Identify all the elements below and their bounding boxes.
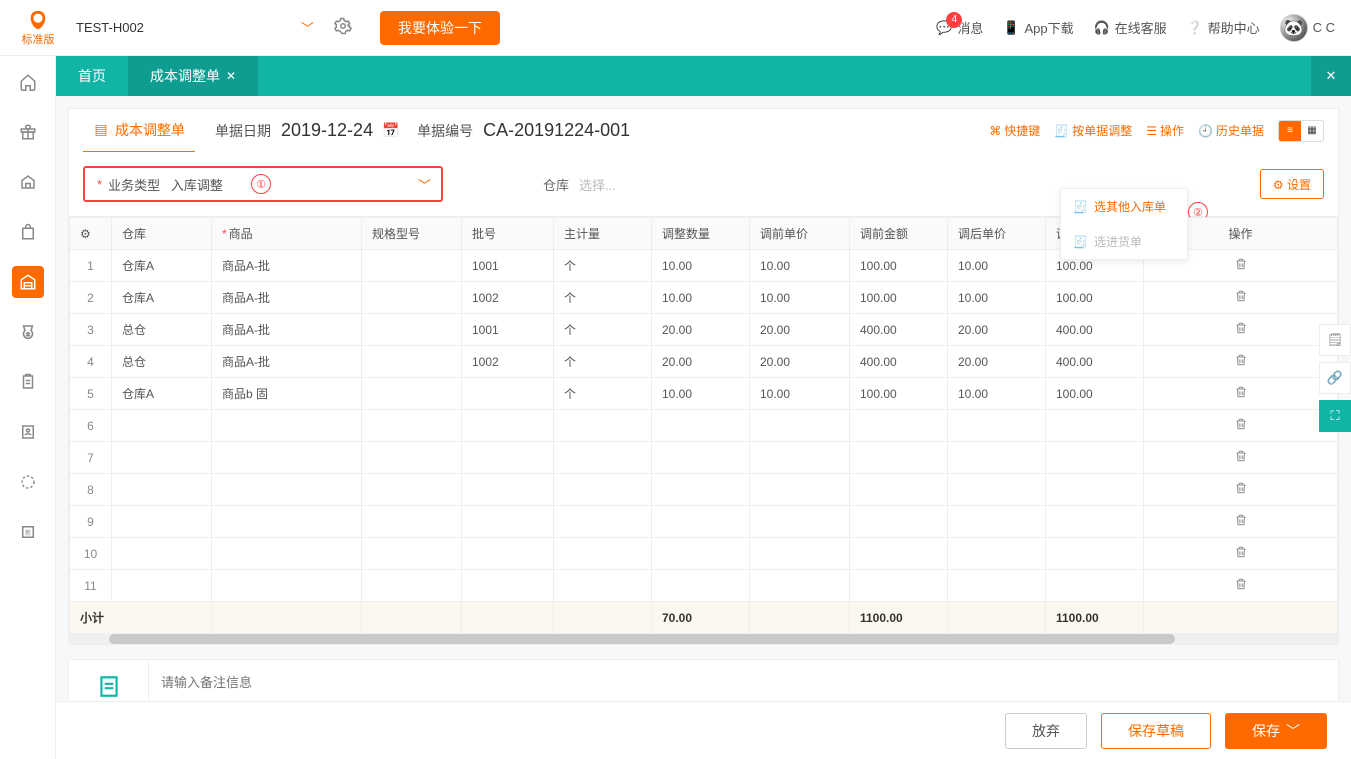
help-center-button[interactable]: ❔ 帮助中心: [1187, 18, 1260, 37]
draft-button[interactable]: 保存草稿: [1101, 713, 1211, 749]
org-selector[interactable]: TEST-H002 ﹀: [64, 11, 324, 45]
table-row[interactable]: 5仓库A商品b 固个10.0010.00100.0010.00100.00: [70, 378, 1338, 410]
delete-row-icon[interactable]: [1144, 282, 1338, 314]
nav-loading-icon[interactable]: [12, 466, 44, 498]
action-shortcut[interactable]: ⌘ 快捷键: [989, 122, 1040, 139]
nav-contact-icon[interactable]: [12, 416, 44, 448]
nav-house-icon[interactable]: [12, 166, 44, 198]
save-button[interactable]: 保存 ﹀: [1225, 713, 1327, 749]
table-row-empty[interactable]: 10: [70, 538, 1338, 570]
view-grid-icon[interactable]: ▦: [1301, 121, 1323, 141]
table-row-empty[interactable]: 7: [70, 442, 1338, 474]
help-icon: ❔: [1187, 20, 1203, 36]
annotation-1: ①: [251, 174, 271, 194]
delete-row-icon[interactable]: [1144, 442, 1338, 474]
adjustment-table: ⚙ 仓库 *商品 规格型号 批号 主计量 调整数量 调前单价 调前金额 调后单价…: [69, 217, 1338, 634]
delete-row-icon[interactable]: [1144, 378, 1338, 410]
phone-icon: 📱: [1003, 20, 1019, 36]
delete-row-icon[interactable]: [1144, 506, 1338, 538]
side-note-icon[interactable]: 🗒: [1319, 324, 1351, 356]
col-qty: 调整数量: [652, 218, 750, 250]
delete-row-icon[interactable]: [1144, 410, 1338, 442]
warehouse-label: 仓库: [543, 175, 569, 194]
col-batch: 批号: [462, 218, 554, 250]
action-by-document[interactable]: 🧾 按单据调整: [1054, 122, 1132, 139]
col-price-before: 调前单价: [750, 218, 850, 250]
doc-code-label: 单据编号: [417, 121, 473, 141]
nav-new-icon[interactable]: 新: [12, 516, 44, 548]
chevron-down-icon: ﹀: [301, 18, 314, 37]
biz-type-label: 业务类型: [108, 175, 160, 194]
online-service-button[interactable]: 🎧 在线客服: [1094, 18, 1167, 37]
calendar-icon[interactable]: 📅: [383, 123, 399, 139]
tabs-close-all[interactable]: ✕: [1311, 56, 1351, 96]
subtotal-row: 小计 70.00 1100.00 1100.00: [70, 602, 1338, 634]
table-row-empty[interactable]: 8: [70, 474, 1338, 506]
table-row-empty[interactable]: 11: [70, 570, 1338, 602]
biz-type-value: 入库调整: [171, 175, 223, 194]
nav-bag-icon[interactable]: [12, 216, 44, 248]
delete-row-icon[interactable]: [1144, 346, 1338, 378]
tab-home[interactable]: 首页: [56, 56, 128, 96]
select-document-menu: 🧾 选其他入库单 🧾 选进货单: [1060, 188, 1188, 260]
col-settings-icon[interactable]: ⚙: [70, 218, 112, 250]
side-expand-icon[interactable]: ⛶: [1319, 400, 1351, 432]
delete-row-icon[interactable]: [1144, 314, 1338, 346]
doc-code-value: CA-20191224-001: [483, 120, 630, 141]
menu-other-inbound[interactable]: 🧾 选其他入库单: [1061, 189, 1187, 224]
warehouse-selector[interactable]: 选择...: [579, 175, 779, 194]
chevron-down-icon: ﹀: [1286, 721, 1300, 741]
nav-money-icon[interactable]: [12, 316, 44, 348]
app-download-button[interactable]: 📱 App下载: [1003, 18, 1073, 37]
avatar: 🐼: [1280, 14, 1308, 42]
user-menu[interactable]: 🐼 C C: [1280, 14, 1335, 42]
col-warehouse: 仓库: [112, 218, 212, 250]
table-row[interactable]: 3总仓商品A-批1001个20.0020.00400.0020.00400.00: [70, 314, 1338, 346]
table-row[interactable]: 2仓库A商品A-批1002个10.0010.00100.0010.00100.0…: [70, 282, 1338, 314]
col-price-after: 调后单价: [948, 218, 1046, 250]
doc-date-value[interactable]: 2019-12-24: [281, 120, 373, 141]
delete-row-icon[interactable]: [1144, 538, 1338, 570]
brand-logo: 标准版: [16, 9, 60, 47]
nav-clipboard-icon[interactable]: [12, 366, 44, 398]
nav-warehouse-icon[interactable]: [12, 266, 44, 298]
view-toggle: ≡ ▦: [1278, 120, 1324, 142]
action-history[interactable]: 🕘 历史单据: [1198, 122, 1264, 139]
org-settings-icon[interactable]: [334, 17, 352, 38]
delete-row-icon[interactable]: [1144, 474, 1338, 506]
tab-close-icon[interactable]: ✕: [226, 69, 236, 83]
messages-button[interactable]: 💬 消息 4: [936, 18, 983, 37]
table-row-empty[interactable]: 6: [70, 410, 1338, 442]
chevron-down-icon: ﹀: [418, 175, 431, 194]
tab-cost-adjustment[interactable]: 成本调整单 ✕: [128, 56, 258, 96]
try-button[interactable]: 我要体验一下: [380, 11, 500, 45]
view-list-icon[interactable]: ≡: [1279, 121, 1301, 141]
col-product: *商品: [212, 218, 362, 250]
settings-button[interactable]: ⚙ 设置: [1260, 169, 1324, 199]
svg-text:新: 新: [24, 529, 30, 537]
headset-icon: 🎧: [1094, 20, 1110, 36]
doc-title-tab: ▤ 成本调整单: [83, 109, 195, 153]
col-spec: 规格型号: [362, 218, 462, 250]
horizontal-scrollbar[interactable]: [69, 634, 1338, 644]
table-row[interactable]: 4总仓商品A-批1002个20.0020.00400.0020.00400.00: [70, 346, 1338, 378]
menu-purchase-order: 🧾 选进货单: [1061, 224, 1187, 259]
left-nav: 新: [0, 56, 56, 759]
action-operations[interactable]: ☰ 操作: [1146, 122, 1184, 139]
col-unit: 主计量: [554, 218, 652, 250]
document-icon: ▤: [93, 122, 109, 138]
col-amount-before: 调前金额: [850, 218, 948, 250]
discard-button[interactable]: 放弃: [1005, 713, 1087, 749]
side-link-icon[interactable]: 🔗: [1319, 362, 1351, 394]
nav-home-icon[interactable]: [12, 66, 44, 98]
table-row-empty[interactable]: 9: [70, 506, 1338, 538]
doc-date-label: 单据日期: [215, 121, 271, 141]
business-type-selector[interactable]: * 业务类型 入库调整 ﹀ ①: [83, 166, 443, 202]
nav-gift-icon[interactable]: [12, 116, 44, 148]
delete-row-icon[interactable]: [1144, 570, 1338, 602]
